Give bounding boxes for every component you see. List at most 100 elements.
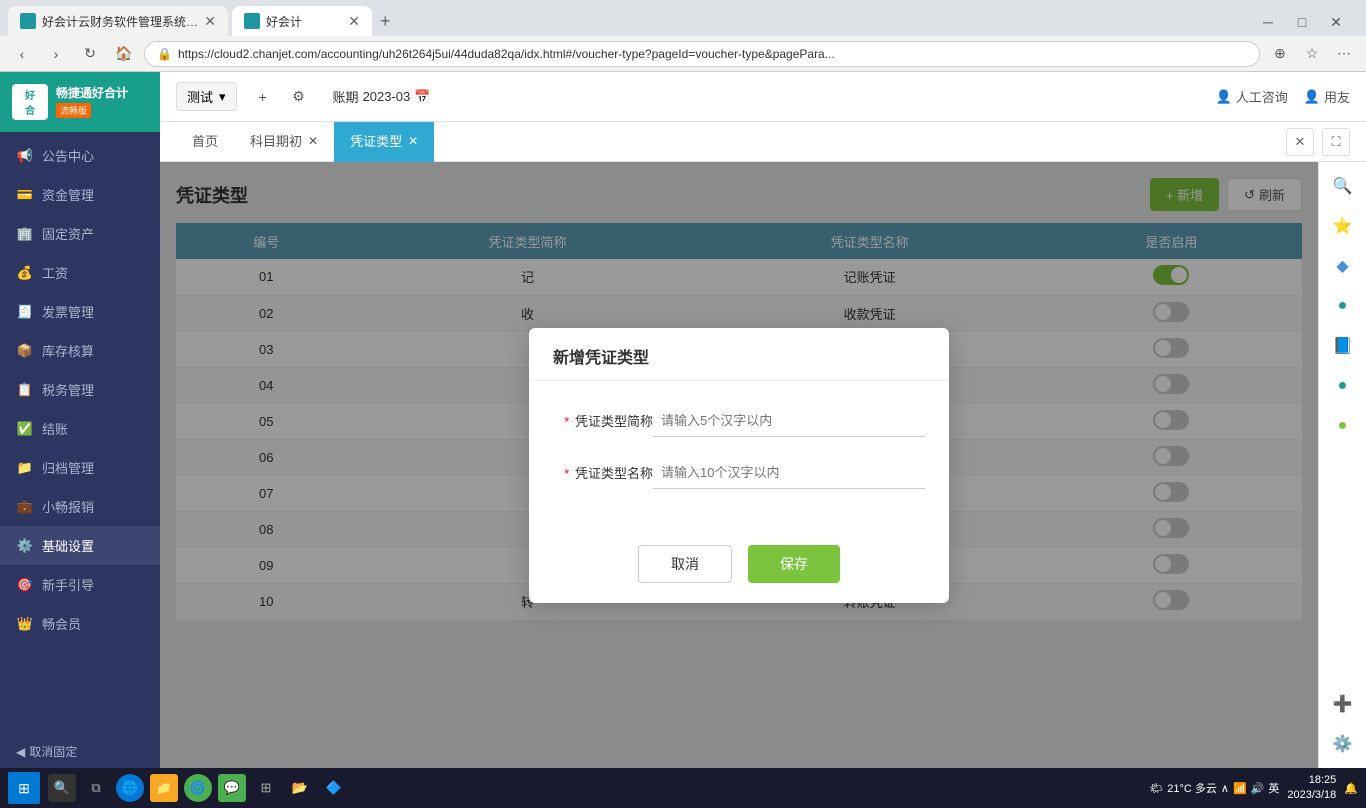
tab-close-2[interactable]: ✕ bbox=[348, 13, 360, 30]
tab-home-label: 首页 bbox=[192, 131, 218, 150]
sidebar-item-label: 小畅报销 bbox=[42, 497, 94, 516]
taskbar-search-icon[interactable]: 🔍 bbox=[48, 774, 76, 802]
user-info[interactable]: 👤 用友 bbox=[1304, 87, 1350, 106]
tray-arrow-icon[interactable]: ∧ bbox=[1221, 782, 1229, 795]
name-input[interactable] bbox=[653, 457, 925, 489]
start-button[interactable]: ⊞ bbox=[8, 772, 40, 804]
right-panel-icon-5[interactable]: 📘 bbox=[1327, 330, 1359, 362]
minimize-pane-button[interactable]: ✕ bbox=[1286, 128, 1314, 156]
taskbar-edge-icon[interactable]: 🌐 bbox=[116, 774, 144, 802]
back-button[interactable]: ‹ bbox=[8, 40, 36, 68]
fixed-assets-icon: 🏢 bbox=[16, 225, 34, 243]
address-bar[interactable]: 🔒 https://cloud2.chanjet.com/accounting/… bbox=[144, 41, 1260, 67]
consultation-label: 人工咨询 bbox=[1236, 87, 1288, 106]
sidebar-item-guide[interactable]: 🎯 新手引导 bbox=[0, 565, 160, 604]
brand-logo: 好合 bbox=[12, 84, 48, 120]
tab-favicon-1 bbox=[20, 13, 36, 29]
modal-overlay: 新增凭证类型 * 凭证类型简称 bbox=[160, 162, 1318, 768]
clock-date: 2023/3/18 bbox=[1287, 788, 1336, 803]
top-bar-right: 👤 人工咨询 👤 用友 bbox=[1216, 87, 1350, 106]
notification-icon[interactable]: 🔔 bbox=[1344, 782, 1358, 795]
consultation-button[interactable]: 👤 人工咨询 bbox=[1216, 87, 1288, 106]
sidebar-item-settlement[interactable]: ✅ 结账 bbox=[0, 409, 160, 448]
tab-close-1[interactable]: ✕ bbox=[204, 13, 216, 30]
salary-icon: 💰 bbox=[16, 264, 34, 282]
sidebar-item-settings[interactable]: ⚙️ 基础设置 bbox=[0, 526, 160, 565]
taskbar-wechat-icon[interactable]: 💬 bbox=[218, 774, 246, 802]
minimize-button[interactable]: ─ bbox=[1254, 8, 1282, 36]
tab-voucher-type-label: 凭证类型 bbox=[350, 131, 402, 150]
tab-subjects-close[interactable]: ✕ bbox=[308, 134, 318, 148]
taskbar-edge2-icon[interactable]: 🔷 bbox=[320, 774, 348, 802]
add-workspace-button[interactable]: + bbox=[249, 83, 277, 111]
right-panel-search-icon[interactable]: 🔍 bbox=[1327, 170, 1359, 202]
taskbar-explorer-icon[interactable]: 📁 bbox=[150, 774, 178, 802]
sidebar-item-tax[interactable]: 📋 税务管理 bbox=[0, 370, 160, 409]
save-button[interactable]: 保存 bbox=[748, 545, 840, 583]
settings-button[interactable]: ⚙ bbox=[285, 83, 313, 111]
taskbar-task-view-icon[interactable]: ⧉ bbox=[82, 774, 110, 802]
cancel-fixed-button[interactable]: ◀ 取消固定 bbox=[0, 735, 160, 768]
right-panel-settings-icon[interactable]: ⚙️ bbox=[1327, 728, 1359, 760]
sidebar-item-announcement[interactable]: 📢 公告中心 bbox=[0, 136, 160, 175]
system-tray: 🌤 21°C 多云 ∧ 📶 🔊 英 bbox=[1149, 780, 1279, 796]
cancel-fixed-icon: ◀ bbox=[16, 745, 25, 759]
taskbar-files-icon[interactable]: 📂 bbox=[286, 774, 314, 802]
sidebar-item-salary[interactable]: 💰 工资 bbox=[0, 253, 160, 292]
tab-title-1: 好会计云财务软件管理系统_会计 bbox=[42, 13, 198, 30]
sidebar-item-fixed-assets[interactable]: 🏢 固定资产 bbox=[0, 214, 160, 253]
workspace-selector[interactable]: 测试 ▾ bbox=[176, 82, 237, 111]
right-panel-add-icon[interactable]: ➕ bbox=[1327, 688, 1359, 720]
sidebar-item-label: 发票管理 bbox=[42, 302, 94, 321]
abbr-label: * 凭证类型简称 bbox=[553, 411, 653, 430]
tab-home[interactable]: 首页 bbox=[176, 122, 234, 162]
modal-title: 新增凭证类型 bbox=[553, 350, 649, 367]
taskbar-apps-icon[interactable]: ⊞ bbox=[252, 774, 280, 802]
favorites-button[interactable]: ☆ bbox=[1298, 40, 1326, 68]
expand-pane-button[interactable]: ⛶ bbox=[1322, 128, 1350, 156]
right-panel-star-icon[interactable]: ⭐ bbox=[1327, 210, 1359, 242]
brand-badge: 流畅版 bbox=[56, 103, 91, 118]
archive-icon: 📁 bbox=[16, 459, 34, 477]
browser-nav-icons: ⊕ ☆ ⋯ bbox=[1266, 40, 1358, 68]
browser-menu-button[interactable]: ⋯ bbox=[1330, 40, 1358, 68]
top-bar: 测试 ▾ + ⚙ 账期 2023-03 📅 👤 人工咨询 👤 用友 bbox=[160, 72, 1366, 122]
sidebar-item-member[interactable]: 👑 畅会员 bbox=[0, 604, 160, 643]
right-panel-icon-6[interactable]: ● bbox=[1327, 370, 1359, 402]
maximize-button[interactable]: □ bbox=[1288, 8, 1316, 36]
sidebar-item-label: 基础设置 bbox=[42, 536, 94, 555]
sidebar-item-expense[interactable]: 💼 小畅报销 bbox=[0, 487, 160, 526]
language-indicator[interactable]: 英 bbox=[1268, 780, 1279, 796]
sidebar-item-invoice[interactable]: 🧾 发票管理 bbox=[0, 292, 160, 331]
taskbar-chrome-icon[interactable]: 🌀 bbox=[184, 774, 212, 802]
user-avatar-icon: 👤 bbox=[1304, 89, 1320, 105]
brand-area: 好合 畅捷通好合计 流畅版 bbox=[0, 72, 160, 132]
extensions-button[interactable]: ⊕ bbox=[1266, 40, 1294, 68]
browser-tab-1[interactable]: 好会计云财务软件管理系统_会计 ✕ bbox=[8, 6, 228, 36]
abbr-input[interactable] bbox=[653, 405, 925, 437]
modal-header: 新增凭证类型 bbox=[529, 328, 949, 381]
sidebar-item-label: 新手引导 bbox=[42, 575, 94, 594]
top-bar-actions: + ⚙ bbox=[249, 83, 313, 111]
browser-tab-2[interactable]: 好会计 ✕ bbox=[232, 6, 372, 36]
new-tab-button[interactable]: + bbox=[372, 6, 399, 36]
right-panel-icon-3[interactable]: ◆ bbox=[1327, 250, 1359, 282]
reload-button[interactable]: ↻ bbox=[76, 40, 104, 68]
home-button[interactable]: 🏠 bbox=[110, 40, 138, 68]
right-panel-icon-4[interactable]: ● bbox=[1327, 290, 1359, 322]
sidebar-item-label: 资金管理 bbox=[42, 185, 94, 204]
sidebar-item-capital[interactable]: 💳 资金管理 bbox=[0, 175, 160, 214]
chevron-down-icon: ▾ bbox=[219, 89, 226, 105]
settlement-icon: ✅ bbox=[16, 420, 34, 438]
sidebar-item-archive[interactable]: 📁 归档管理 bbox=[0, 448, 160, 487]
calendar-icon[interactable]: 📅 bbox=[414, 89, 430, 105]
cancel-button[interactable]: 取消 bbox=[638, 545, 732, 583]
close-window-button[interactable]: ✕ bbox=[1322, 8, 1350, 36]
sidebar-item-inventory[interactable]: 📦 库存核算 bbox=[0, 331, 160, 370]
forward-button[interactable]: › bbox=[42, 40, 70, 68]
tab-voucher-type[interactable]: 凭证类型 ✕ bbox=[334, 122, 434, 162]
tab-voucher-type-close[interactable]: ✕ bbox=[408, 134, 418, 148]
right-panel-icon-7[interactable]: ● bbox=[1327, 410, 1359, 442]
taskbar-clock: 18:25 2023/3/18 bbox=[1287, 773, 1336, 804]
tab-subjects[interactable]: 科目期初 ✕ bbox=[234, 122, 334, 162]
